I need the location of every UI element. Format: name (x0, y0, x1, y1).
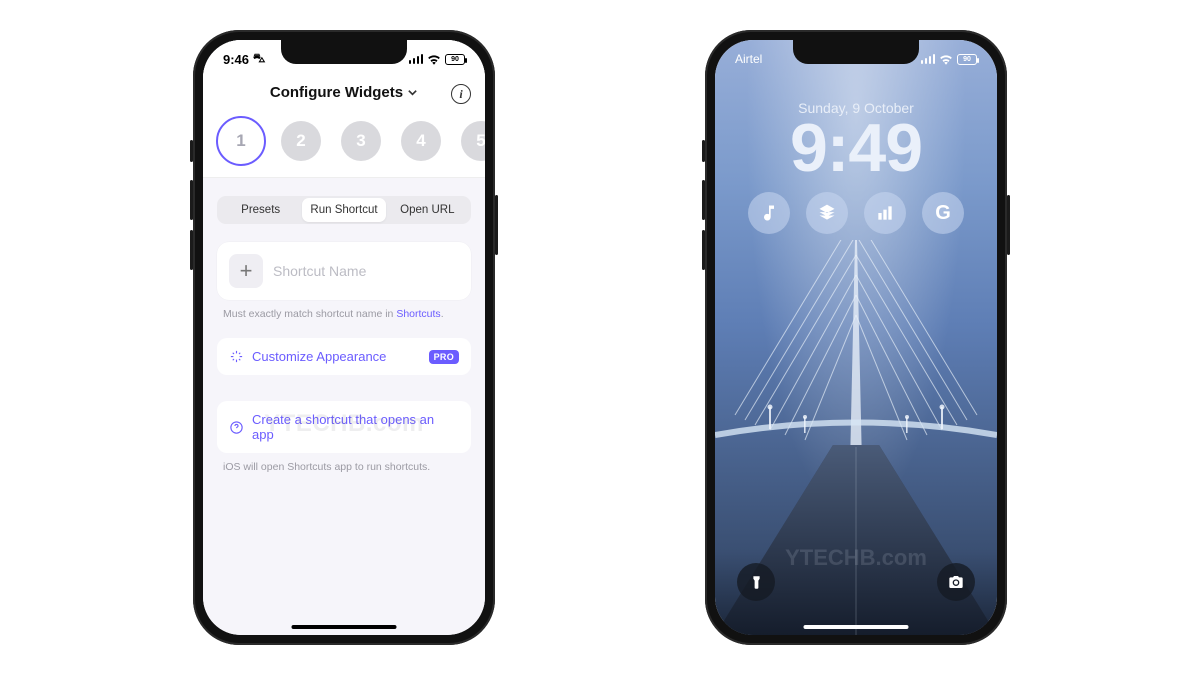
chevron-down-icon (407, 87, 418, 98)
shortcut-name-placeholder: Shortcut Name (273, 263, 366, 279)
home-indicator[interactable] (804, 625, 909, 629)
widget-slot-5[interactable]: 5 (461, 121, 485, 161)
battery-icon: 90 (445, 54, 465, 65)
signal-icon (921, 54, 936, 64)
power-button[interactable] (1007, 195, 1010, 255)
camera-icon (948, 574, 964, 590)
widget-google[interactable]: G (922, 192, 964, 234)
lock-widget-row: G (748, 192, 964, 234)
volume-down-button[interactable] (190, 230, 193, 270)
segment-open-url[interactable]: Open URL (386, 198, 469, 222)
shortcut-helper-text: Must exactly match shortcut name in Shor… (223, 308, 465, 320)
lock-time: 9:49 (790, 114, 922, 182)
plus-icon: + (229, 254, 263, 288)
phone-left: 9:46 ⛍ 90 Configure Widgets i 1 2 3 (193, 30, 495, 645)
footer-note: iOS will open Shortcuts app to run short… (223, 461, 465, 473)
shortcut-name-field[interactable]: + Shortcut Name (217, 242, 471, 300)
segment-run-shortcut[interactable]: Run Shortcut (302, 198, 385, 222)
phone-right: Airtel 90 Sunday, 9 October 9:49 (705, 30, 1007, 645)
create-shortcut-row[interactable]: Create a shortcut that opens an app (217, 401, 471, 453)
wifi-icon (427, 54, 441, 65)
bar-chart-icon (875, 203, 895, 223)
carplay-icon: ⛍ (253, 51, 265, 67)
configure-widgets-title[interactable]: Configure Widgets (270, 84, 418, 101)
home-indicator[interactable] (292, 625, 397, 629)
notch (793, 40, 919, 64)
widget-layers[interactable] (806, 192, 848, 234)
mode-segmented-control[interactable]: Presets Run Shortcut Open URL (217, 196, 471, 224)
notch (281, 40, 407, 64)
volume-up-button[interactable] (702, 180, 705, 220)
info-button[interactable]: i (451, 84, 471, 104)
shortcuts-link[interactable]: Shortcuts (396, 308, 440, 320)
sparkle-icon (229, 349, 244, 364)
pro-badge: PRO (429, 350, 459, 364)
volume-down-button[interactable] (702, 230, 705, 270)
power-button[interactable] (495, 195, 498, 255)
widget-music[interactable] (748, 192, 790, 234)
widget-slot-4[interactable]: 4 (401, 121, 441, 161)
camera-button[interactable] (937, 563, 975, 601)
layers-icon (817, 203, 837, 223)
segment-presets[interactable]: Presets (219, 198, 302, 222)
google-g-icon: G (935, 202, 951, 225)
volume-up-button[interactable] (190, 180, 193, 220)
mute-switch[interactable] (702, 140, 705, 162)
carrier-label: Airtel (735, 52, 762, 66)
widget-slot-row: 1 2 3 4 5 (203, 107, 485, 178)
help-icon (229, 420, 244, 435)
wifi-icon (939, 54, 953, 65)
widget-slot-3[interactable]: 3 (341, 121, 381, 161)
flashlight-button[interactable] (737, 563, 775, 601)
customize-appearance-row[interactable]: Customize Appearance PRO (217, 338, 471, 375)
flashlight-icon (749, 575, 764, 590)
battery-icon: 90 (957, 54, 977, 65)
widget-chart[interactable] (864, 192, 906, 234)
status-time: 9:46 (223, 52, 249, 67)
signal-icon (409, 54, 424, 64)
music-note-icon (759, 203, 779, 223)
mute-switch[interactable] (190, 140, 193, 162)
widget-slot-1[interactable]: 1 (221, 121, 261, 161)
widget-slot-2[interactable]: 2 (281, 121, 321, 161)
